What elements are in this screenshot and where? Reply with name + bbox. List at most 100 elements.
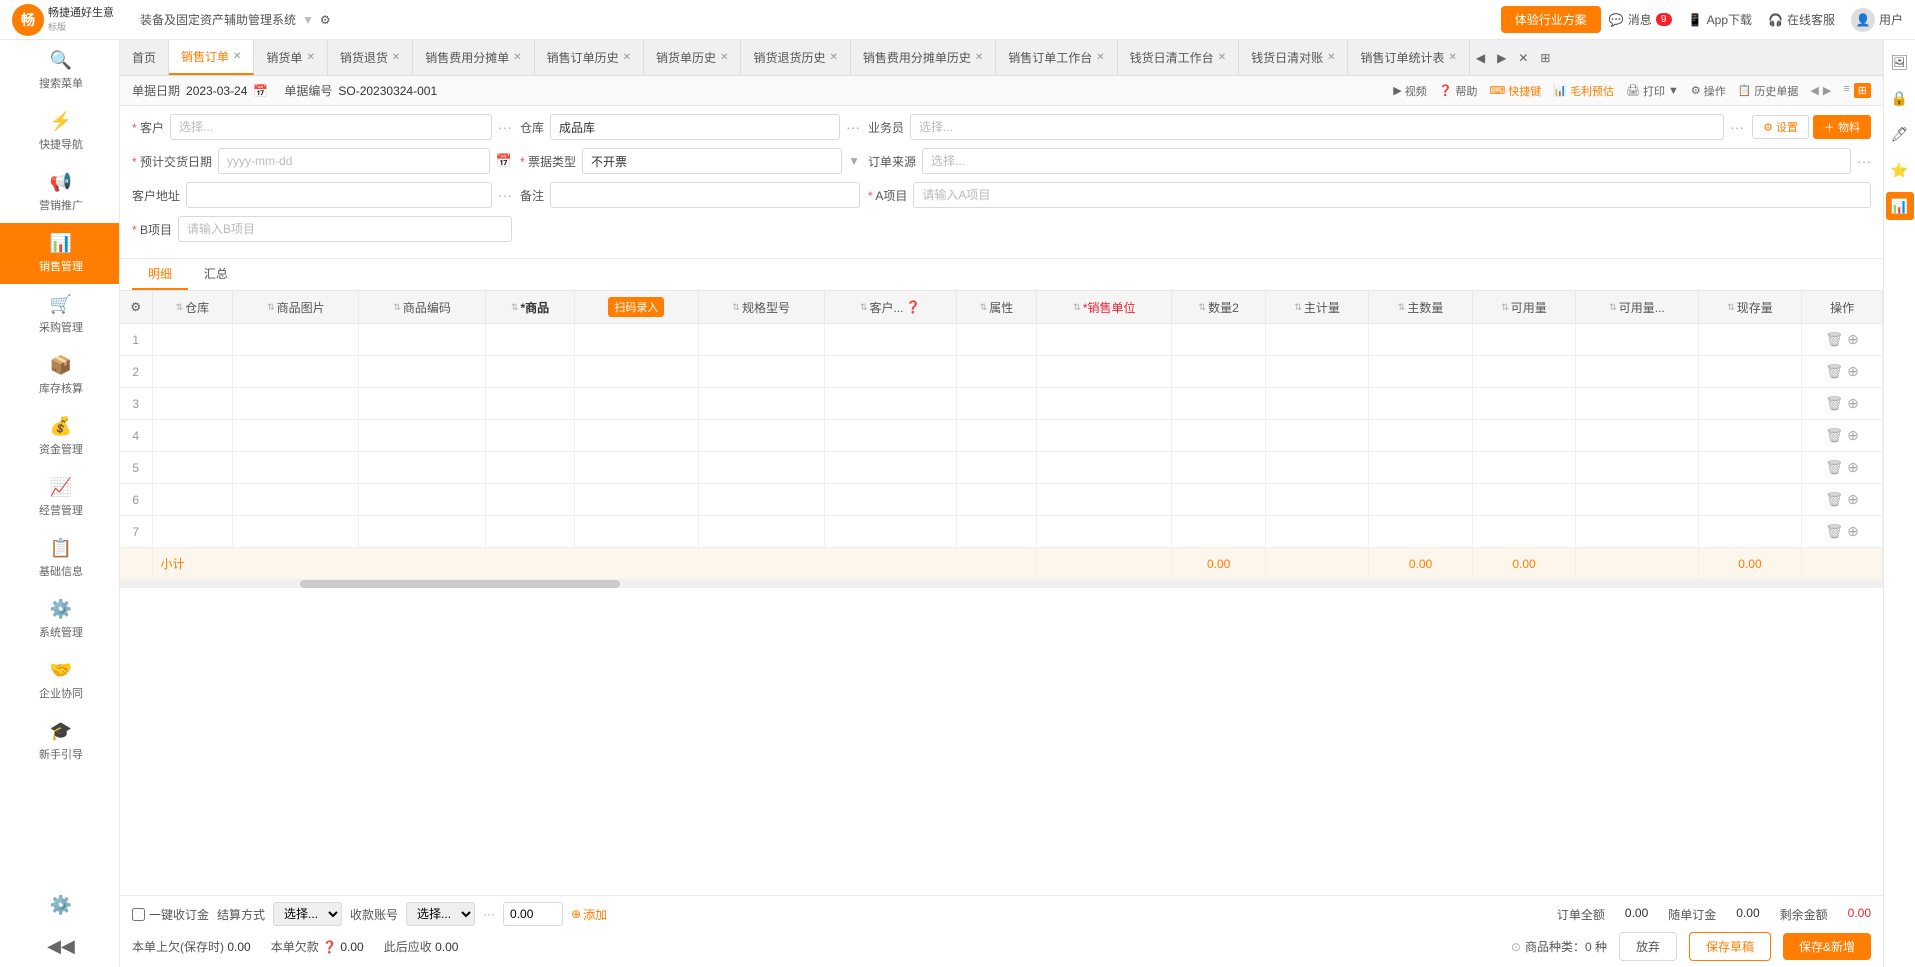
- row-2-code[interactable]: [359, 356, 485, 388]
- calendar-icon[interactable]: 📅: [253, 84, 268, 98]
- th-scan[interactable]: 扫码录入: [575, 291, 698, 324]
- row-3-spec[interactable]: [698, 388, 824, 420]
- row-3-unit[interactable]: [1037, 388, 1172, 420]
- row-2-main-qty[interactable]: [1369, 356, 1472, 388]
- calendar2-icon[interactable]: 📅: [496, 153, 512, 169]
- customer-more-btn[interactable]: ···: [498, 119, 512, 135]
- row-7-copy-icon[interactable]: ⊕: [1847, 523, 1859, 540]
- tab-invoice-history-close[interactable]: ✕: [720, 52, 728, 63]
- th-customer-code[interactable]: ⇅客户...❓: [824, 291, 956, 324]
- row-5-copy-icon[interactable]: ⊕: [1847, 459, 1859, 476]
- row-4-qty2[interactable]: [1172, 420, 1265, 452]
- warehouse-more-btn[interactable]: ···: [846, 119, 860, 135]
- row-5-unit[interactable]: [1037, 452, 1172, 484]
- row-7-warehouse[interactable]: [152, 516, 233, 548]
- tab-sales-return[interactable]: 销货退货 ✕: [328, 40, 413, 75]
- th-main-qty[interactable]: ⇅主数量: [1369, 291, 1472, 324]
- invoice-dropdown-icon[interactable]: ▼: [848, 154, 860, 168]
- row-6-qty2[interactable]: [1172, 484, 1265, 516]
- row-2-copy-icon[interactable]: ⊕: [1847, 363, 1859, 380]
- payment-method-select[interactable]: 选择...: [273, 902, 342, 926]
- row-3-copy-icon[interactable]: ⊕: [1847, 395, 1859, 412]
- order-source-input[interactable]: [922, 148, 1851, 174]
- view-btn[interactable]: ▶ 视频: [1393, 83, 1426, 99]
- notification-item[interactable]: 💬 消息 9: [1609, 11, 1672, 28]
- add-payment-btn[interactable]: ⊕ 添加: [571, 906, 607, 923]
- sidebar-item-system[interactable]: ⚙️ 系统管理: [0, 589, 119, 650]
- sidebar-item-sales[interactable]: 📊 销售管理: [0, 223, 119, 284]
- tab-return-history[interactable]: 销货退货历史 ✕: [741, 40, 850, 75]
- th-settings[interactable]: ⚙: [120, 291, 152, 324]
- product-count-circle[interactable]: ⊙: [1511, 940, 1521, 954]
- nav-next-icon[interactable]: ▶: [1823, 84, 1831, 97]
- nav-prev-icon[interactable]: ◀: [1810, 84, 1818, 97]
- tab-order-stats[interactable]: 销售订单统计表 ✕: [1348, 40, 1469, 75]
- row-4-delete-icon[interactable]: 🗑: [1825, 427, 1843, 444]
- right-panel-chart-icon[interactable]: 📊: [1886, 192, 1914, 220]
- tab-sales-order-close[interactable]: ✕: [233, 51, 241, 62]
- row-7-product[interactable]: [485, 516, 575, 548]
- tab-order-workbench[interactable]: 销售订单工作台 ✕: [996, 40, 1117, 75]
- remark-input[interactable]: [550, 182, 860, 208]
- row-1-copy-icon[interactable]: ⊕: [1847, 331, 1859, 348]
- row-6-warehouse[interactable]: [152, 484, 233, 516]
- profit-btn[interactable]: 📊 毛利预估: [1553, 83, 1614, 99]
- row-2-warehouse[interactable]: [152, 356, 233, 388]
- tab-daily-reconcile[interactable]: 钱货日清对账 ✕: [1239, 40, 1348, 75]
- tab-return-history-close[interactable]: ✕: [829, 52, 837, 63]
- right-panel-star-icon[interactable]: ⭐: [1886, 156, 1914, 184]
- row-1-delete-icon[interactable]: 🗑: [1825, 331, 1843, 348]
- tab-nav-prev[interactable]: ◀: [1470, 40, 1491, 75]
- tab-order-history-close[interactable]: ✕: [623, 52, 631, 63]
- th-main-unit[interactable]: ⇅主计量: [1265, 291, 1368, 324]
- row-3-qty2[interactable]: [1172, 388, 1265, 420]
- right-panel-image-icon[interactable]: 🖼: [1886, 48, 1914, 76]
- app-download-item[interactable]: 📱 App下载: [1688, 11, 1752, 28]
- row-1-qty2[interactable]: [1172, 324, 1265, 356]
- row-4-unit[interactable]: [1037, 420, 1172, 452]
- row-5-product[interactable]: [485, 452, 575, 484]
- account-select[interactable]: 选择...: [406, 902, 475, 926]
- list-view-icon[interactable]: ≡: [1843, 83, 1849, 98]
- th-available[interactable]: ⇅可用量: [1472, 291, 1575, 324]
- scan-button[interactable]: 扫码录入: [608, 297, 664, 317]
- row-3-main-qty[interactable]: [1369, 388, 1472, 420]
- row-4-product[interactable]: [485, 420, 575, 452]
- row-4-warehouse[interactable]: [152, 420, 233, 452]
- row-1-warehouse[interactable]: [152, 324, 233, 356]
- tab-sales-expense-close[interactable]: ✕: [513, 52, 521, 63]
- row-1-main-qty[interactable]: [1369, 324, 1472, 356]
- row-5-code[interactable]: [359, 452, 485, 484]
- row-6-product[interactable]: [485, 484, 575, 516]
- row-5-main-qty[interactable]: [1369, 452, 1472, 484]
- th-spec[interactable]: ⇅规格型号: [698, 291, 824, 324]
- warehouse-input[interactable]: [550, 114, 840, 140]
- user-item[interactable]: 👤 用户: [1851, 8, 1903, 32]
- sidebar-item-operations[interactable]: 📈 经营管理: [0, 467, 119, 528]
- save-new-button[interactable]: 保存&新增: [1783, 933, 1871, 960]
- solution-button[interactable]: 体验行业方案: [1501, 6, 1601, 33]
- tab-sales-expense[interactable]: 销售费用分摊单 ✕: [413, 40, 534, 75]
- sidebar-item-purchase[interactable]: 🛒 采购管理: [0, 284, 119, 345]
- sidebar-item-inventory[interactable]: 📦 库存核算: [0, 345, 119, 406]
- row-6-copy-icon[interactable]: ⊕: [1847, 491, 1859, 508]
- row-5-spec[interactable]: [698, 452, 824, 484]
- tab-sales-return-close[interactable]: ✕: [392, 52, 400, 63]
- row-5-ccode[interactable]: [824, 452, 956, 484]
- settings-form-btn[interactable]: ⚙ 设置: [1752, 115, 1809, 139]
- tab-order-history[interactable]: 销售订单历史 ✕: [535, 40, 644, 75]
- grid-view-icon[interactable]: ⊞: [1854, 83, 1871, 98]
- row-2-product[interactable]: [485, 356, 575, 388]
- row-7-unit[interactable]: [1037, 516, 1172, 548]
- sidebar-item-finance[interactable]: 💰 资金管理: [0, 406, 119, 467]
- row-6-code[interactable]: [359, 484, 485, 516]
- sidebar-item-guide[interactable]: 🎓 新手引导: [0, 711, 119, 772]
- row-2-qty2[interactable]: [1172, 356, 1265, 388]
- th-product[interactable]: ⇅*商品: [485, 291, 575, 324]
- row-1-spec[interactable]: [698, 324, 824, 356]
- row-3-warehouse[interactable]: [152, 388, 233, 420]
- address-input[interactable]: [186, 182, 492, 208]
- th-code[interactable]: ⇅商品编码: [359, 291, 485, 324]
- row-1-code[interactable]: [359, 324, 485, 356]
- help-btn[interactable]: ❓ 帮助: [1439, 83, 1478, 99]
